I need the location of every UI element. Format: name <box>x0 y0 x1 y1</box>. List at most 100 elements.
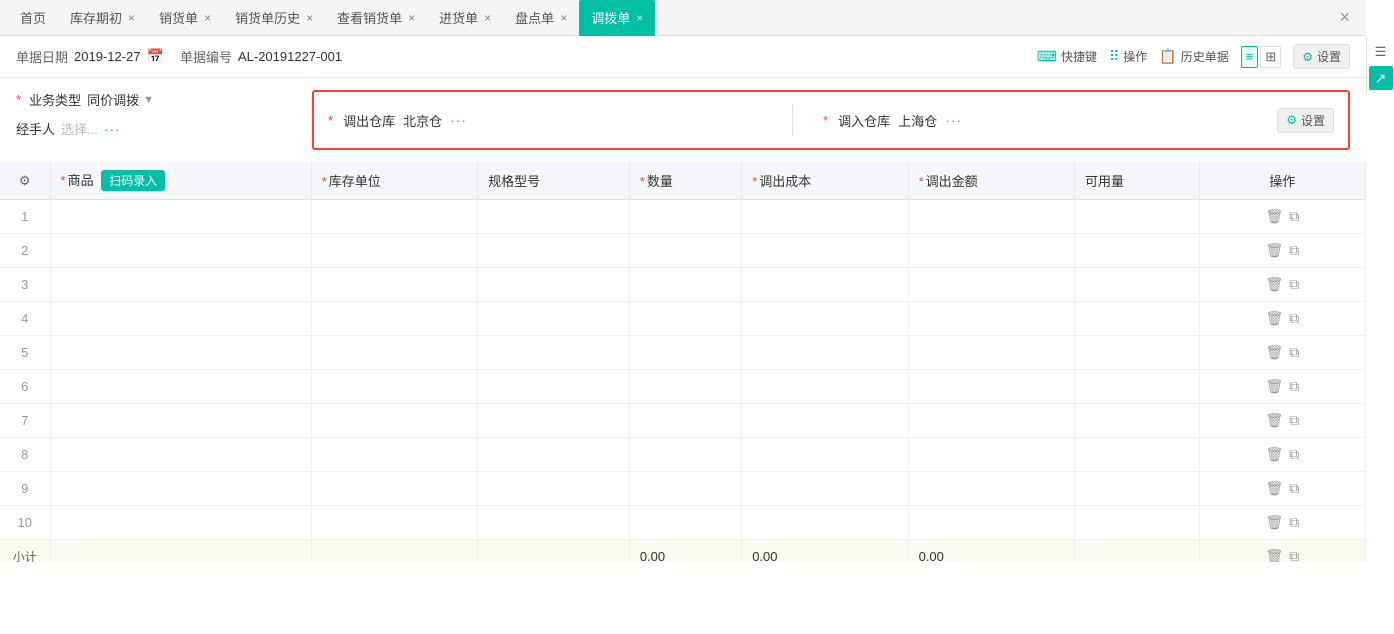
delete-row-icon[interactable]: 🗑 <box>1265 276 1283 293</box>
tab-inventory-check[interactable]: 盘点单 × <box>503 0 579 36</box>
row-number: 小计 <box>0 540 50 563</box>
copy-row-icon[interactable]: ⧉ <box>1289 548 1299 562</box>
history-btn[interactable]: 📋 历史单据 <box>1159 48 1228 65</box>
tab-sales-order[interactable]: 销货单 × <box>147 0 223 36</box>
copy-row-icon[interactable]: ⧉ <box>1289 208 1299 225</box>
business-type-dropdown[interactable]: 同价调拨 ▼ <box>87 90 207 109</box>
cell-transfer-amount <box>908 200 1074 234</box>
cell-spec <box>478 404 630 438</box>
panel-settings-button[interactable]: ⚙ 设置 <box>1277 108 1334 133</box>
tab-inventory-check-label: 盘点单 <box>515 8 554 27</box>
copy-row-icon[interactable]: ⧉ <box>1289 514 1299 531</box>
cell-transfer-amount <box>908 234 1074 268</box>
cell-product[interactable] <box>50 370 311 404</box>
copy-row-icon[interactable]: ⧉ <box>1289 344 1299 361</box>
delete-row-icon[interactable]: 🗑 <box>1265 378 1283 395</box>
shortcuts-btn[interactable]: ⌨ 快捷键 <box>1037 48 1097 65</box>
tab-sales-history[interactable]: 销货单历史 × <box>223 0 325 36</box>
transfer-in-more-icon[interactable]: ··· <box>945 112 962 128</box>
tab-transfer-order-label: 调拨单 <box>591 8 630 27</box>
delete-row-icon[interactable]: 🗑 <box>1265 446 1283 463</box>
cell-product[interactable] <box>50 234 311 268</box>
delete-row-icon[interactable]: 🗑 <box>1265 208 1283 225</box>
business-type-value: 同价调拨 <box>87 90 139 109</box>
handler-more-icon[interactable]: ··· <box>104 121 121 137</box>
tab-sales-order-close[interactable]: × <box>204 11 211 25</box>
tab-view-sales[interactable]: 查看销货单 × <box>325 0 427 36</box>
cell-operations: 🗑⧉ <box>1199 200 1365 234</box>
tab-sales-history-close[interactable]: × <box>306 11 313 25</box>
cell-product[interactable] <box>50 506 311 540</box>
cell-quantity <box>629 438 741 472</box>
cell-product[interactable] <box>50 200 311 234</box>
panel-settings-label: 设置 <box>1301 112 1325 129</box>
row-action-group: 🗑⧉ <box>1265 480 1299 497</box>
cell-quantity <box>629 370 741 404</box>
sidebar-list-btn[interactable]: ☰ <box>1369 40 1393 64</box>
tab-inventory-check-close[interactable]: × <box>560 11 567 25</box>
table-body: 1🗑⧉2🗑⧉3🗑⧉4🗑⧉5🗑⧉6🗑⧉7🗑⧉8🗑⧉9🗑⧉10🗑⧉小计0.000.0… <box>0 200 1366 563</box>
tab-view-sales-close[interactable]: × <box>408 11 415 25</box>
cell-unit <box>311 438 477 472</box>
cell-product[interactable] <box>50 438 311 472</box>
date-field: 单据日期 2019-12-27 📅 <box>16 47 164 66</box>
tab-inventory-init[interactable]: 库存期初 × <box>58 0 147 36</box>
cell-product[interactable] <box>50 472 311 506</box>
delete-row-icon[interactable]: 🗑 <box>1265 412 1283 429</box>
copy-row-icon[interactable]: ⧉ <box>1289 276 1299 293</box>
delete-row-icon[interactable]: 🗑 <box>1265 480 1283 497</box>
copy-row-icon[interactable]: ⧉ <box>1289 480 1299 497</box>
th-transfer-amount-label: 调出金额 <box>926 174 978 189</box>
settings-button[interactable]: ⚙ 设置 <box>1293 44 1350 69</box>
copy-row-icon[interactable]: ⧉ <box>1289 446 1299 463</box>
delete-row-icon[interactable]: 🗑 <box>1265 242 1283 259</box>
cell-unit <box>311 200 477 234</box>
copy-row-icon[interactable]: ⧉ <box>1289 310 1299 327</box>
list-view-btn[interactable]: ≡ <box>1241 46 1259 68</box>
th-product-label: 商品 <box>68 173 94 188</box>
tab-inventory-init-close[interactable]: × <box>128 11 135 25</box>
grid-view-btn[interactable]: ⊞ <box>1260 46 1281 68</box>
cell-product[interactable] <box>50 336 311 370</box>
cell-product[interactable] <box>50 404 311 438</box>
copy-row-icon[interactable]: ⧉ <box>1289 412 1299 429</box>
th-unit: *库存单位 <box>311 162 477 200</box>
cell-operations: 🗑⧉ <box>1199 302 1365 336</box>
copy-row-icon[interactable]: ⧉ <box>1289 242 1299 259</box>
table-row: 5🗑⧉ <box>0 336 1366 370</box>
cell-unit <box>311 336 477 370</box>
th-settings[interactable]: ⚙ <box>0 162 50 200</box>
row-action-group: 🗑⧉ <box>1265 242 1299 259</box>
calendar-icon[interactable]: 📅 <box>147 48 164 65</box>
handler-value[interactable]: 选择... <box>61 119 98 138</box>
row-action-group: 🗑⧉ <box>1265 378 1299 395</box>
sidebar-export-btn[interactable]: ↗ <box>1369 66 1393 90</box>
tab-purchase-order[interactable]: 进货单 × <box>427 0 503 36</box>
tab-transfer-order-close[interactable]: × <box>636 11 643 25</box>
header-right: ⌨ 快捷键 ⠿ 操作 📋 历史单据 ≡ ⊞ ⚙ 设置 <box>1037 44 1350 69</box>
cell-product[interactable] <box>50 302 311 336</box>
transfer-out-field: * 调出仓库 北京仓 ··· <box>328 111 762 130</box>
sidebar-list-icon: ☰ <box>1375 44 1387 60</box>
row-action-group: 🗑⧉ <box>1265 208 1299 225</box>
delete-row-icon[interactable]: 🗑 <box>1265 310 1283 327</box>
delete-row-icon[interactable]: 🗑 <box>1265 514 1283 531</box>
list-view-icon: ≡ <box>1246 49 1254 64</box>
transfer-out-more-icon[interactable]: ··· <box>450 112 467 128</box>
cell-product[interactable] <box>50 268 311 302</box>
scan-button[interactable]: 扫码录入 <box>101 170 165 191</box>
row-number: 8 <box>0 438 50 472</box>
window-close-button[interactable]: × <box>1331 7 1358 28</box>
cell-product[interactable] <box>50 540 311 563</box>
delete-row-icon[interactable]: 🗑 <box>1265 548 1283 562</box>
th-unit-label: 库存单位 <box>329 174 381 189</box>
tab-home[interactable]: 首页 <box>8 0 58 36</box>
transfer-in-label: 调入仓库 <box>838 111 890 130</box>
delete-row-icon[interactable]: 🗑 <box>1265 344 1283 361</box>
tab-transfer-order[interactable]: 调拨单 × <box>579 0 655 36</box>
cell-transfer-cost <box>742 268 908 302</box>
th-available-label: 可用量 <box>1085 174 1124 189</box>
tab-purchase-order-close[interactable]: × <box>484 11 491 25</box>
operations-btn[interactable]: ⠿ 操作 <box>1109 48 1147 65</box>
copy-row-icon[interactable]: ⧉ <box>1289 378 1299 395</box>
